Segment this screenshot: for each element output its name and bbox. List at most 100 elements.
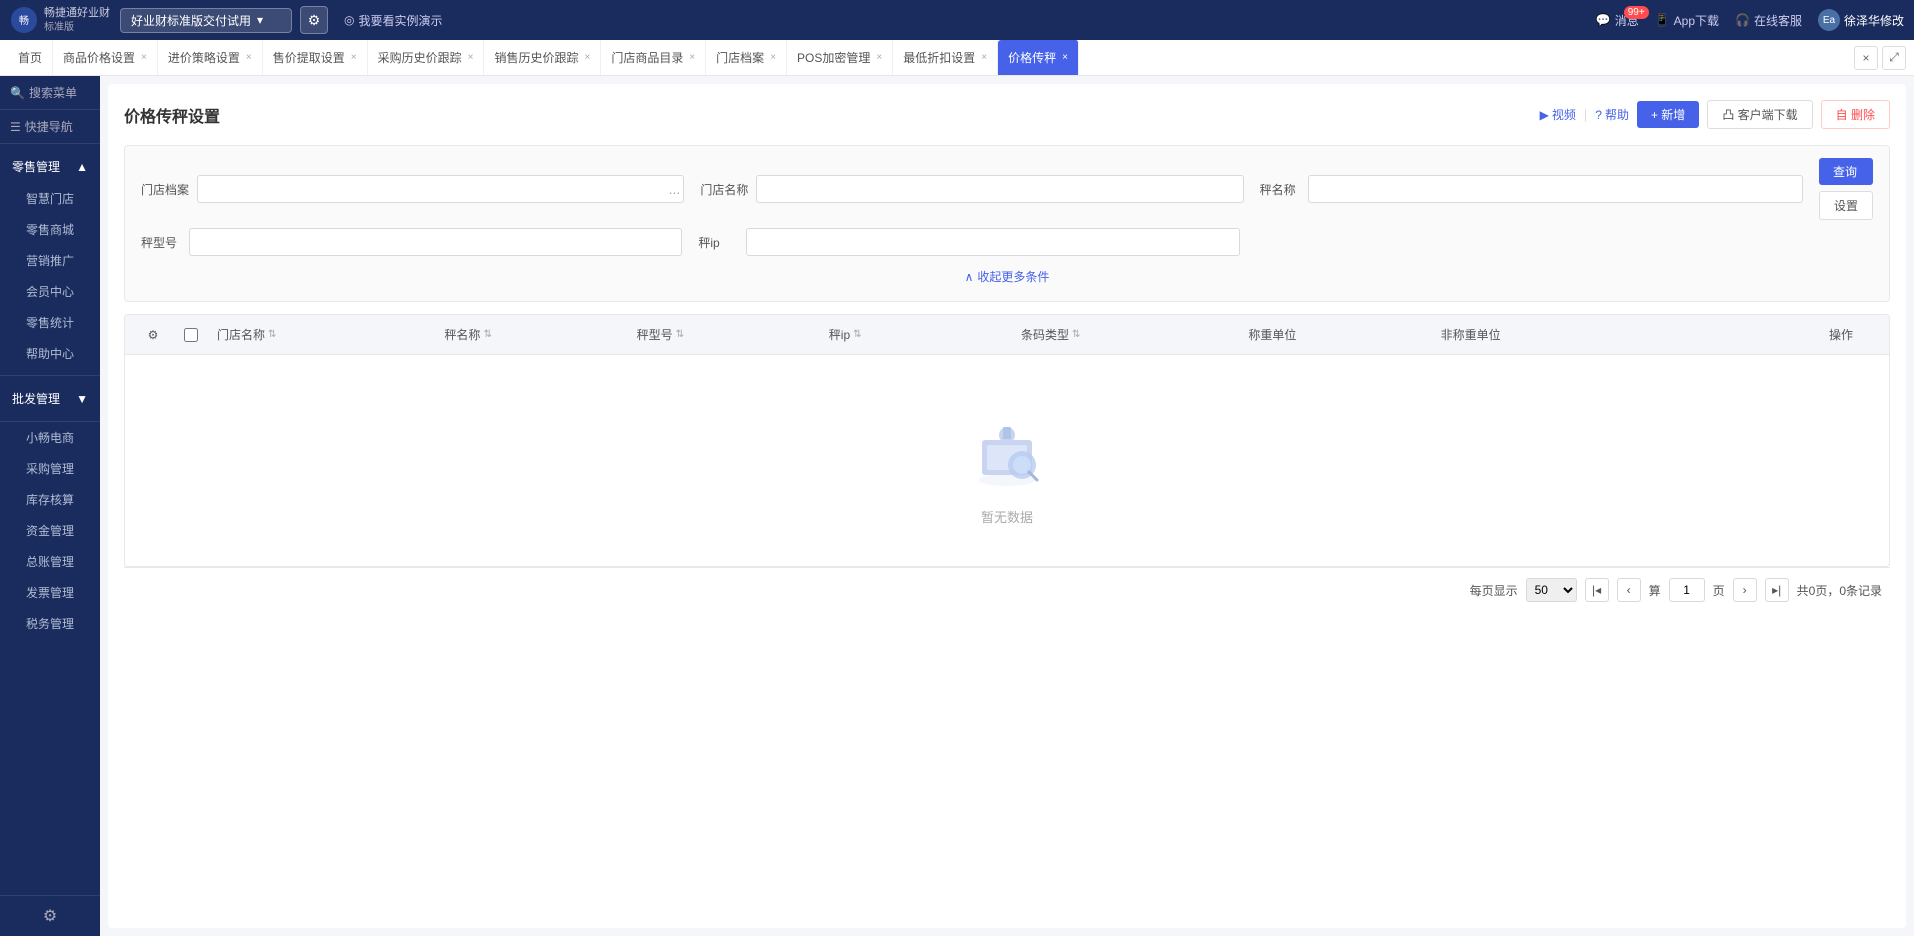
sidebar-search[interactable]: 🔍 搜索菜单 xyxy=(0,76,100,110)
add-button[interactable]: + 新增 xyxy=(1637,101,1699,128)
last-page-button[interactable]: ▸| xyxy=(1765,578,1789,602)
tab-price-scale-label: 价格传秤 xyxy=(1008,49,1056,66)
query-button-label: 查询 xyxy=(1833,163,1857,180)
tab-close-all-button[interactable]: × xyxy=(1854,46,1878,70)
sidebar-section-wholesale-header[interactable]: 批发管理 ▼ xyxy=(0,382,100,415)
sidebar-item-retail-stats[interactable]: 零售统计 xyxy=(0,307,100,338)
tab-pos-management[interactable]: POS加密管理 × xyxy=(787,40,893,76)
tab-price-settings[interactable]: 商品价格设置 × xyxy=(53,40,158,76)
username: 徐泽华修改 xyxy=(1844,12,1904,29)
sort-scale-ip-icon[interactable]: ⇅ xyxy=(853,329,861,340)
tab-purchase-strategy-close[interactable]: × xyxy=(246,52,252,63)
prev-page-button[interactable]: ‹ xyxy=(1617,578,1641,602)
page-label: 算 xyxy=(1649,582,1661,599)
tab-pos-management-close[interactable]: × xyxy=(876,52,882,63)
tab-expand-button[interactable]: ⤢ xyxy=(1882,46,1906,70)
tab-store-catalog[interactable]: 门店商品目录 × xyxy=(601,40,706,76)
message-button[interactable]: 💬 消息 99+ xyxy=(1596,12,1639,29)
sidebar-item-inventory[interactable]: 库存核算 xyxy=(0,484,100,515)
version-select[interactable]: 好业财标准版交付试用 ▾ xyxy=(120,8,292,33)
store-archive-input[interactable] xyxy=(197,175,684,203)
set-button-label: 设置 xyxy=(1834,197,1858,214)
th-nonweight-unit-label: 非称重单位 xyxy=(1441,326,1501,343)
collapse-button[interactable]: ∧ 收起更多条件 xyxy=(141,264,1873,289)
user-menu[interactable]: Ea 徐泽华修改 xyxy=(1818,9,1904,31)
tab-price-scale[interactable]: 价格传秤 × xyxy=(998,40,1079,76)
store-name-input[interactable] xyxy=(756,175,1243,203)
sidebar-section-wholesale-label: 批发管理 xyxy=(12,390,60,407)
tab-store-archive-close[interactable]: × xyxy=(770,52,776,63)
help-link[interactable]: ? 帮助 xyxy=(1595,106,1629,123)
tab-sale-extract-close[interactable]: × xyxy=(351,52,357,63)
main-layout: 🔍 搜索菜单 ☰ 快捷导航 零售管理 ▲ 智慧门店 零售商城 营销推广 会员中心 xyxy=(0,76,1914,936)
empty-text: 暂无数据 xyxy=(981,507,1033,526)
download-client-button[interactable]: 凸 客户端下载 xyxy=(1707,100,1812,129)
select-all-checkbox[interactable] xyxy=(184,328,198,342)
tab-store-catalog-close[interactable]: × xyxy=(689,52,695,63)
sidebar-item-finance[interactable]: 资金管理 xyxy=(0,515,100,546)
tab-sale-extract[interactable]: 售价提取设置 × xyxy=(263,40,368,76)
first-page-button[interactable]: |◂ xyxy=(1585,578,1609,602)
sidebar-item-invoice[interactable]: 发票管理 xyxy=(0,577,100,608)
th-settings[interactable]: ⚙ xyxy=(133,328,173,342)
settings-button[interactable]: ⚙ xyxy=(300,6,328,34)
page-number-input[interactable] xyxy=(1669,578,1705,602)
video-link[interactable]: ▶ 视频 xyxy=(1540,106,1576,123)
tab-price-scale-close[interactable]: × xyxy=(1062,52,1068,63)
scale-ip-input[interactable] xyxy=(746,228,1239,256)
sidebar-section-retail-header[interactable]: 零售管理 ▲ xyxy=(0,150,100,183)
sidebar-item-marketing[interactable]: 营销推广 xyxy=(0,245,100,276)
tab-sale-history[interactable]: 销售历史价跟踪 × xyxy=(484,40,601,76)
sidebar-item-purchase[interactable]: 采购管理 xyxy=(0,453,100,484)
sidebar-item-tax[interactable]: 税务管理 xyxy=(0,608,100,639)
query-button[interactable]: 查询 xyxy=(1819,158,1873,185)
sidebar-shortcut[interactable]: ☰ 快捷导航 xyxy=(0,110,100,144)
th-checkbox xyxy=(173,328,209,342)
help-link-label: 帮助 xyxy=(1605,106,1629,123)
sidebar-item-smart-store-label: 智慧门店 xyxy=(26,192,74,206)
scale-model-input[interactable] xyxy=(189,228,682,256)
table-wrapper: ⚙ 门店名称 ⇅ 秤名称 ⇅ 秤型号 ⇅ xyxy=(124,314,1890,567)
page-size-select[interactable]: 20 50 100 xyxy=(1526,578,1577,602)
tab-store-archive[interactable]: 门店档案 × xyxy=(706,40,787,76)
sidebar-item-smart-store[interactable]: 智慧门店 xyxy=(0,183,100,214)
tab-home[interactable]: 首页 xyxy=(8,40,53,76)
version-select-label: 好业财标准版交付试用 xyxy=(131,12,251,29)
sidebar-item-member-center[interactable]: 会员中心 xyxy=(0,276,100,307)
sidebar-item-help-center[interactable]: 帮助中心 xyxy=(0,338,100,369)
sidebar-item-general-ledger[interactable]: 总账管理 xyxy=(0,546,100,577)
tab-purchase-strategy[interactable]: 进价策略设置 × xyxy=(158,40,263,76)
tab-pos-management-label: POS加密管理 xyxy=(797,49,870,66)
sort-store-name-icon[interactable]: ⇅ xyxy=(268,329,276,340)
empty-illustration xyxy=(967,415,1047,495)
tab-min-discount-close[interactable]: × xyxy=(981,52,987,63)
sort-scale-model-icon[interactable]: ⇅ xyxy=(676,329,684,340)
sort-barcode-type-icon[interactable]: ⇅ xyxy=(1072,329,1080,340)
online-service-button[interactable]: 🎧 在线客服 xyxy=(1735,12,1802,29)
tab-price-settings-close[interactable]: × xyxy=(141,52,147,63)
app-version: 标准版 xyxy=(44,21,110,34)
tab-sale-history-close[interactable]: × xyxy=(584,52,590,63)
sidebar-settings-button[interactable]: ⚙ xyxy=(43,906,57,926)
store-archive-dots-button[interactable]: ... xyxy=(669,181,681,197)
delete-button[interactable]: 自 删除 xyxy=(1821,100,1890,129)
scale-name-input[interactable] xyxy=(1308,175,1803,203)
sidebar-item-retail-mall[interactable]: 零售商城 xyxy=(0,214,100,245)
sidebar-item-tax-label: 税务管理 xyxy=(26,617,74,631)
page-title: 价格传秤设置 xyxy=(124,103,220,127)
demo-link[interactable]: ◎ 我要看实例演示 xyxy=(344,12,443,29)
tab-purchase-strategy-label: 进价策略设置 xyxy=(168,49,240,66)
app-download-button[interactable]: 📱 App下载 xyxy=(1655,12,1719,29)
sidebar-item-inventory-label: 库存核算 xyxy=(26,493,74,507)
message-icon: 💬 xyxy=(1596,13,1611,27)
shortcut-icon: ☰ xyxy=(10,120,21,134)
set-button[interactable]: 设置 xyxy=(1819,191,1873,220)
sidebar-item-ecommerce[interactable]: 小畅电商 xyxy=(0,422,100,453)
sidebar-item-retail-stats-label: 零售统计 xyxy=(26,316,74,330)
tab-purchase-history[interactable]: 采购历史价跟踪 × xyxy=(368,40,485,76)
next-page-button[interactable]: › xyxy=(1733,578,1757,602)
th-weight-unit: 称重单位 xyxy=(1240,326,1432,343)
tab-purchase-history-close[interactable]: × xyxy=(468,52,474,63)
sort-scale-name-icon[interactable]: ⇅ xyxy=(483,329,491,340)
tab-min-discount[interactable]: 最低折扣设置 × xyxy=(893,40,998,76)
